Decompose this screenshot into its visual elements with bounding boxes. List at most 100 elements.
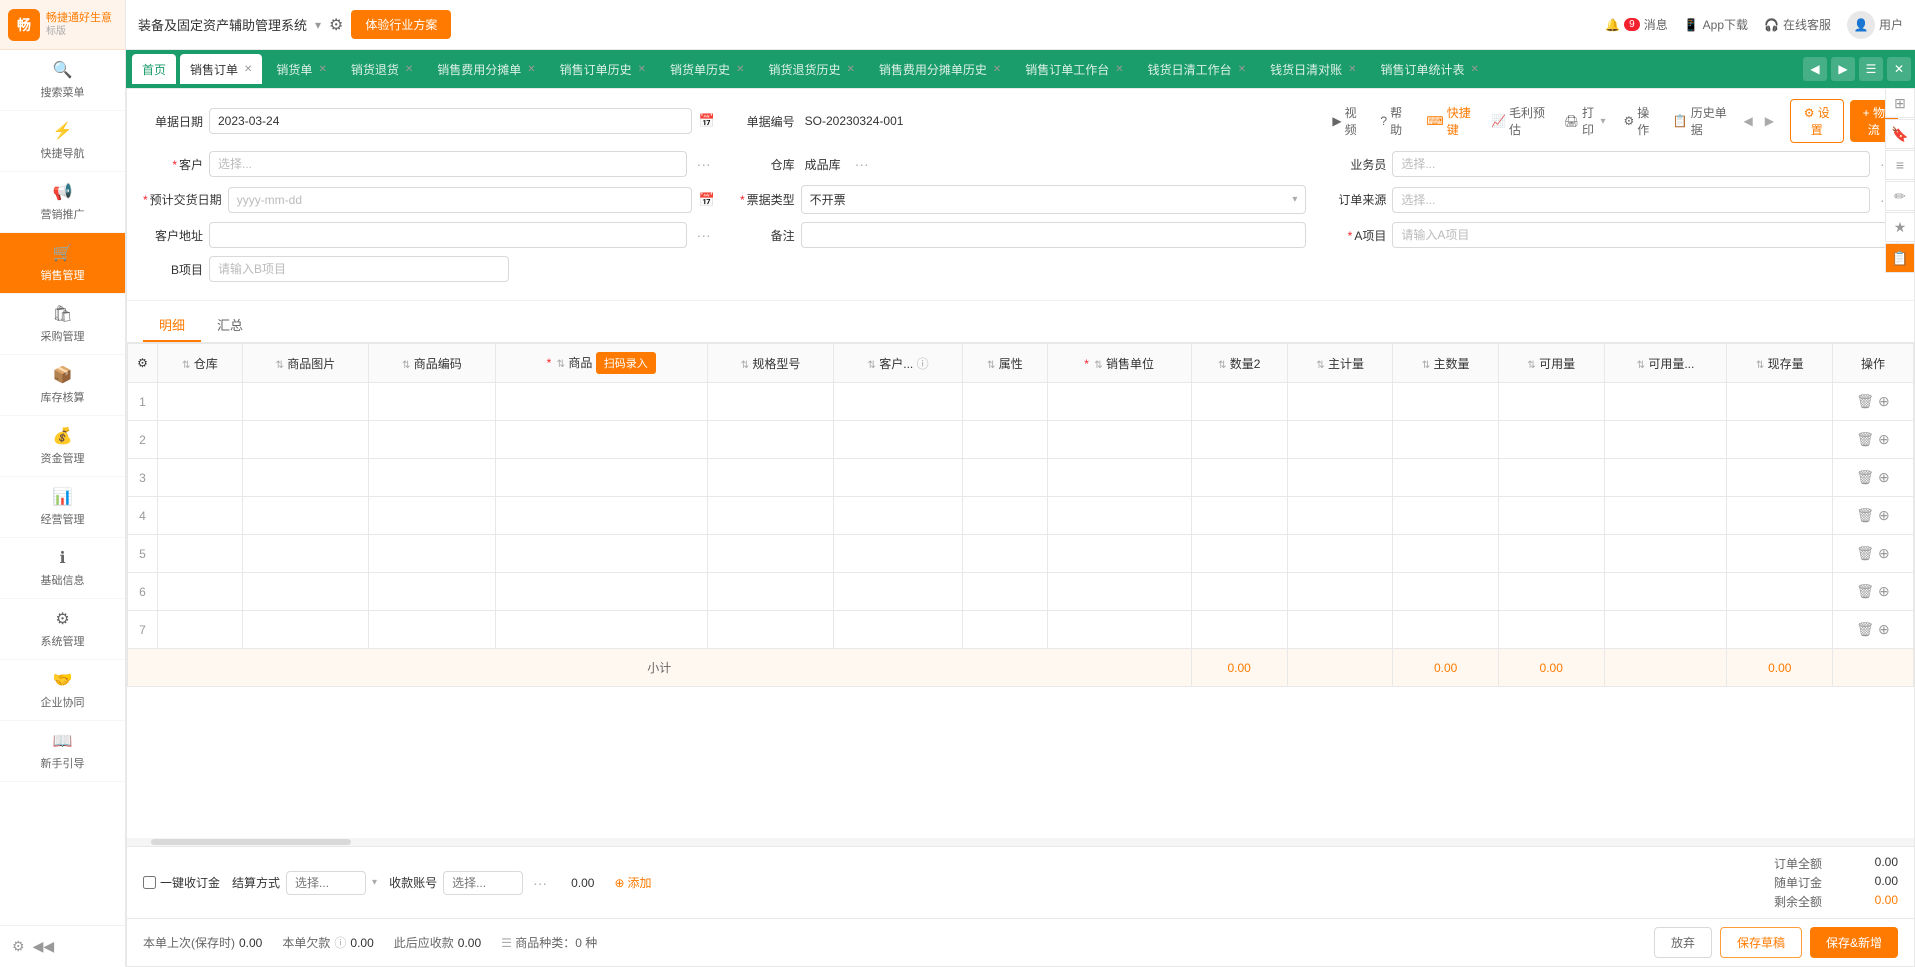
spec-cell[interactable]	[707, 497, 833, 535]
col-warehouse[interactable]: ⇅ 仓库	[158, 344, 243, 383]
customer-code-cell[interactable]	[834, 535, 963, 573]
copy-row-icon[interactable]: ⊕	[1878, 507, 1890, 524]
notification-item[interactable]: 🔔 9 消息	[1605, 16, 1668, 33]
delete-row-icon[interactable]: 🗑	[1856, 583, 1874, 600]
tab-sales-order-history[interactable]: 销售订单历史 ✕	[550, 54, 656, 84]
tab-home[interactable]: 首页	[132, 54, 176, 84]
product-cell[interactable]	[495, 421, 707, 459]
delete-row-icon[interactable]: 🗑	[1856, 469, 1874, 486]
main-unit-cell[interactable]	[1287, 383, 1393, 421]
qty2-cell[interactable]	[1191, 497, 1287, 535]
tab-order-stats[interactable]: 销售订单统计表 ✕	[1370, 54, 1488, 84]
tab-close-icon[interactable]: ✕	[1115, 64, 1123, 75]
customer-input[interactable]	[209, 151, 687, 177]
sidebar-item-cooperation[interactable]: 🤝 企业协同	[0, 660, 125, 721]
date-input[interactable]	[209, 108, 692, 134]
help-button[interactable]: ? 帮助	[1374, 102, 1414, 140]
copy-row-icon[interactable]: ⊕	[1878, 469, 1890, 486]
tab-close-icon[interactable]: ✕	[244, 64, 252, 75]
discard-button[interactable]: 放弃	[1654, 927, 1712, 958]
print-button[interactable]: 🖨 打印 ▾	[1558, 102, 1612, 140]
warehouse-dots-button[interactable]: ···	[851, 156, 873, 172]
payment-method-dropdown-icon[interactable]: ▾	[372, 877, 377, 888]
tab-more-button[interactable]: ☰	[1859, 57, 1883, 81]
col-spec[interactable]: ⇅ 规格型号	[707, 344, 833, 383]
attribute-cell[interactable]	[962, 421, 1047, 459]
col-available[interactable]: ⇅ 可用量	[1498, 344, 1604, 383]
industry-plan-button[interactable]: 体验行业方案	[351, 10, 451, 39]
attribute-cell[interactable]	[962, 573, 1047, 611]
sales-unit-cell[interactable]	[1047, 421, 1191, 459]
account-input[interactable]	[443, 871, 523, 895]
main-qty-cell[interactable]	[1393, 383, 1499, 421]
main-unit-cell[interactable]	[1287, 497, 1393, 535]
main-unit-cell[interactable]	[1287, 611, 1393, 649]
main-qty-cell[interactable]	[1393, 611, 1499, 649]
calendar-icon[interactable]: 📅	[698, 113, 714, 129]
save-draft-button[interactable]: 保存草稿	[1720, 927, 1802, 958]
copy-row-icon[interactable]: ⊕	[1878, 431, 1890, 448]
sidebar-item-operations[interactable]: 📊 经营管理	[0, 477, 125, 538]
col-settings[interactable]: ⚙	[128, 344, 158, 383]
profit-button[interactable]: 📈 毛利预估	[1485, 102, 1552, 140]
col-available2[interactable]: ⇅ 可用量...	[1604, 344, 1727, 383]
tab-close-icon[interactable]: ✕	[405, 64, 413, 75]
sidebar-item-search[interactable]: 🔍 搜索菜单	[0, 50, 125, 111]
delete-row-icon[interactable]: 🗑	[1856, 393, 1874, 410]
sales-unit-cell[interactable]	[1047, 535, 1191, 573]
tab-summary[interactable]: 汇总	[201, 309, 259, 342]
qty2-cell[interactable]	[1191, 459, 1287, 497]
sales-unit-cell[interactable]	[1047, 383, 1191, 421]
address-input[interactable]	[209, 222, 687, 248]
main-unit-cell[interactable]	[1287, 573, 1393, 611]
warehouse-cell[interactable]	[158, 497, 243, 535]
code-cell[interactable]	[369, 459, 495, 497]
scan-button[interactable]: 扫码录入	[596, 352, 656, 374]
print-dropdown-icon[interactable]: ▾	[1600, 116, 1605, 127]
tab-sales-return[interactable]: 销货退货 ✕	[341, 54, 423, 84]
tab-close-all-button[interactable]: ✕	[1887, 57, 1911, 81]
sidebar-item-sales[interactable]: 🛒 销售管理	[0, 233, 125, 294]
tab-close-icon[interactable]: ✕	[638, 64, 646, 75]
warehouse-cell[interactable]	[158, 611, 243, 649]
code-cell[interactable]	[369, 421, 495, 459]
warehouse-cell[interactable]	[158, 459, 243, 497]
right-panel-icon-1[interactable]: ⊞	[1885, 88, 1915, 118]
sales-unit-cell[interactable]	[1047, 573, 1191, 611]
main-unit-cell[interactable]	[1287, 535, 1393, 573]
tab-close-icon[interactable]: ✕	[736, 64, 744, 75]
main-unit-cell[interactable]	[1287, 421, 1393, 459]
code-cell[interactable]	[369, 611, 495, 649]
right-panel-icon-4[interactable]: ✏	[1885, 181, 1915, 211]
settings-button[interactable]: ⚙ 设置	[1790, 99, 1844, 143]
qty2-cell[interactable]	[1191, 535, 1287, 573]
customer-code-cell[interactable]	[834, 573, 963, 611]
tab-close-icon[interactable]: ✕	[993, 64, 1001, 75]
staff-input[interactable]	[1392, 151, 1870, 177]
col-attribute[interactable]: ⇅ 属性	[962, 344, 1047, 383]
app-download-item[interactable]: 📱 App下载	[1684, 16, 1748, 33]
tab-next-button[interactable]: ▶	[1831, 57, 1855, 81]
tab-daily-reconcile[interactable]: 钱货日清对账 ✕	[1260, 54, 1366, 84]
col-stock[interactable]: ⇅ 现存量	[1727, 344, 1833, 383]
col-customer-code[interactable]: ⇅ 客户... ⓘ	[834, 344, 963, 383]
code-cell[interactable]	[369, 383, 495, 421]
qty2-cell[interactable]	[1191, 383, 1287, 421]
attribute-cell[interactable]	[962, 497, 1047, 535]
account-dots-button[interactable]: ···	[529, 875, 551, 891]
warehouse-cell[interactable]	[158, 535, 243, 573]
customer-code-cell[interactable]	[834, 383, 963, 421]
payment-method-input[interactable]	[286, 871, 366, 895]
tab-close-icon[interactable]: ✕	[1238, 64, 1246, 75]
settings-bottom-icon[interactable]: ⚙	[12, 938, 25, 955]
delivery-calendar-icon[interactable]: 📅	[698, 192, 714, 208]
copy-row-icon[interactable]: ⊕	[1878, 393, 1890, 410]
spec-cell[interactable]	[707, 573, 833, 611]
collapse-icon[interactable]: ◀◀	[33, 938, 55, 955]
spec-cell[interactable]	[707, 535, 833, 573]
online-service-item[interactable]: 🎧 在线客服	[1764, 16, 1831, 33]
col-main-unit[interactable]: ⇅ 主计量	[1287, 344, 1393, 383]
save-new-button[interactable]: 保存&新增	[1810, 927, 1898, 958]
attribute-cell[interactable]	[962, 535, 1047, 573]
sales-unit-cell[interactable]	[1047, 497, 1191, 535]
